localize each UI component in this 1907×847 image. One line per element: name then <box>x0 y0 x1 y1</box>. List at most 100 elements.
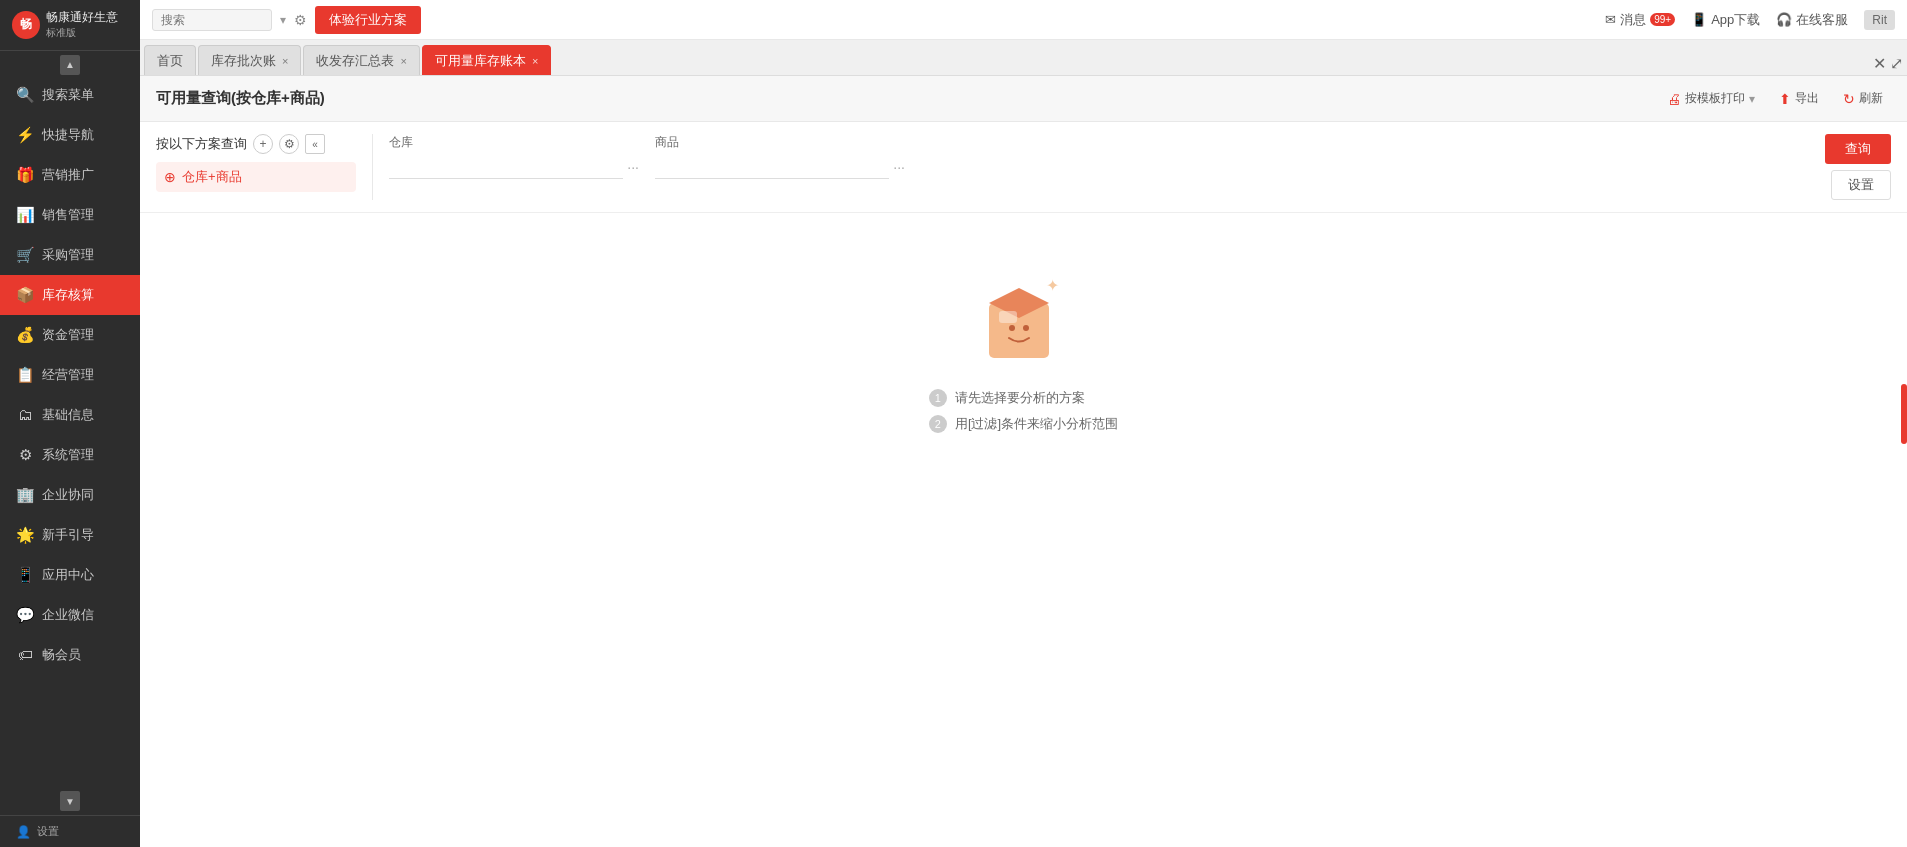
sidebar-scroll-down[interactable]: ▼ <box>60 791 80 811</box>
operation-icon: 📋 <box>16 366 34 384</box>
system-icon: ⚙ <box>16 446 34 464</box>
product-more-icon[interactable]: ··· <box>893 159 905 175</box>
sidebar-item-wechat[interactable]: 💬 企业微信 <box>0 595 140 635</box>
print-button[interactable]: 🖨 按模板打印 ▾ <box>1659 86 1763 111</box>
sidebar-item-newbie[interactable]: 🌟 新手引导 <box>0 515 140 555</box>
tab-close-inventory-batch[interactable]: × <box>282 55 288 67</box>
filter-divider <box>372 134 373 200</box>
settings-button[interactable]: 设置 <box>1831 170 1891 200</box>
sidebar-scroll-up[interactable]: ▲ <box>60 55 80 75</box>
collapse-scheme-button[interactable]: « <box>305 134 325 154</box>
sidebar-item-operation[interactable]: 📋 经营管理 <box>0 355 140 395</box>
sidebar-footer: 👤 设置 <box>0 815 140 847</box>
empty-hint-1: 1 请先选择要分析的方案 <box>929 389 1118 407</box>
apps-icon: 📱 <box>16 566 34 584</box>
sales-icon: 📊 <box>16 206 34 224</box>
refresh-button[interactable]: ↻ 刷新 <box>1835 86 1891 111</box>
logo-icon: 畅 <box>12 11 40 39</box>
tabs-actions: ✕ ⤢ <box>1873 54 1903 75</box>
warehouse-icon: ⊕ <box>164 169 176 185</box>
app-download-button[interactable]: 📱 App下载 <box>1691 11 1760 29</box>
warehouse-more-icon[interactable]: ··· <box>627 159 639 175</box>
scheme-header: 按以下方案查询 + ⚙ « <box>156 134 356 154</box>
wechat-icon: 💬 <box>16 606 34 624</box>
sidebar-footer-icon: 👤 <box>16 825 31 839</box>
export-button[interactable]: ⬆ 导出 <box>1771 86 1827 111</box>
empty-hint-2: 2 用[过滤]条件来缩小分析范围 <box>929 415 1118 433</box>
product-label: 商品 <box>655 134 905 151</box>
warehouse-filter-field: 仓库 ··· <box>389 134 639 179</box>
sidebar: 畅 畅康通好生意 标准版 ▲ 🔍 搜索菜单 ⚡ 快捷导航 🎁 营销推广 📊 销售… <box>0 0 140 847</box>
filter-buttons: 查询 设置 <box>1825 134 1891 200</box>
sidebar-item-shortcut[interactable]: ⚡ 快捷导航 <box>0 115 140 155</box>
hint-num-1: 1 <box>929 389 947 407</box>
page-header-actions: 🖨 按模板打印 ▾ ⬆ 导出 ↻ 刷新 <box>1659 86 1891 111</box>
logo-badge: 标准版 <box>46 26 118 40</box>
sidebar-item-system[interactable]: ⚙ 系统管理 <box>0 435 140 475</box>
message-badge: 99+ <box>1650 13 1675 26</box>
hint-num-2: 2 <box>929 415 947 433</box>
industry-solution-button[interactable]: 体验行业方案 <box>315 6 421 34</box>
enterprise-icon: 🏢 <box>16 486 34 504</box>
svg-text:✦: ✦ <box>1046 277 1059 294</box>
export-icon: ⬆ <box>1779 91 1791 107</box>
product-input[interactable] <box>655 155 889 179</box>
warehouse-input[interactable] <box>389 155 623 179</box>
sidebar-item-search[interactable]: 🔍 搜索菜单 <box>0 75 140 115</box>
add-scheme-button[interactable]: + <box>253 134 273 154</box>
gear-icon[interactable]: ⚙ <box>294 12 307 28</box>
newbie-icon: 🌟 <box>16 526 34 544</box>
sidebar-item-inventory[interactable]: 📦 库存核算 <box>0 275 140 315</box>
sidebar-item-purchase[interactable]: 🛒 采购管理 <box>0 235 140 275</box>
empty-illustration: ✦ <box>974 273 1074 373</box>
tab-receipt-summary[interactable]: 收发存汇总表 × <box>303 45 419 75</box>
user-avatar[interactable]: Rit <box>1864 10 1895 30</box>
tab-home[interactable]: 首页 <box>144 45 196 75</box>
sidebar-item-basic[interactable]: 🗂 基础信息 <box>0 395 140 435</box>
basic-icon: 🗂 <box>16 406 34 423</box>
logo-name: 畅康通好生意 <box>46 10 118 26</box>
chevron-down-print-icon: ▾ <box>1749 92 1755 106</box>
breadcrumb-search-input[interactable] <box>152 9 272 31</box>
empty-state: ✦ 1 请先选择要分析的方案 2 用[过滤]条件来缩小分析范围 <box>140 213 1907 493</box>
sidebar-item-enterprise[interactable]: 🏢 企业协同 <box>0 475 140 515</box>
chevron-down-icon[interactable]: ▾ <box>280 13 286 27</box>
svg-point-5 <box>1023 325 1029 331</box>
message-icon: ✉ <box>1605 12 1616 27</box>
sidebar-logo: 畅 畅康通好生意 标准版 <box>0 0 140 51</box>
sidebar-item-finance[interactable]: 💰 资金管理 <box>0 315 140 355</box>
tab-available-ledger[interactable]: 可用量库存账本 × <box>422 45 551 75</box>
tab-inventory-batch[interactable]: 库存批次账 × <box>198 45 301 75</box>
sidebar-item-sales[interactable]: 📊 销售管理 <box>0 195 140 235</box>
header-right-actions: ✉ 消息 99+ 📱 App下载 🎧 在线客服 Rit <box>1605 10 1895 30</box>
tab-maximize-button[interactable]: ⤢ <box>1890 54 1903 73</box>
online-service-button[interactable]: 🎧 在线客服 <box>1776 11 1848 29</box>
warehouse-label: 仓库 <box>389 134 639 151</box>
purchase-icon: 🛒 <box>16 246 34 264</box>
edit-scheme-button[interactable]: ⚙ <box>279 134 299 154</box>
filter-fields: 仓库 ··· 商品 ··· <box>389 134 1813 179</box>
marketing-icon: 🎁 <box>16 166 34 184</box>
empty-svg: ✦ <box>974 273 1074 373</box>
sidebar-item-marketing[interactable]: 🎁 营销推广 <box>0 155 140 195</box>
sidebar-item-apps[interactable]: 📱 应用中心 <box>0 555 140 595</box>
mobile-icon: 📱 <box>1691 12 1707 27</box>
refresh-icon: ↻ <box>1843 91 1855 107</box>
main-area: ▾ ⚙ 体验行业方案 ✉ 消息 99+ 📱 App下载 🎧 在线客服 Rit <box>140 0 1907 847</box>
sidebar-item-member[interactable]: 🏷 畅会员 <box>0 635 140 675</box>
sidebar-nav: 🔍 搜索菜单 ⚡ 快捷导航 🎁 营销推广 📊 销售管理 🛒 采购管理 📦 库存核… <box>0 75 140 791</box>
empty-hints: 1 请先选择要分析的方案 2 用[过滤]条件来缩小分析范围 <box>929 389 1118 433</box>
tab-close-all-button[interactable]: ✕ <box>1873 54 1886 73</box>
print-icon: 🖨 <box>1667 91 1681 107</box>
query-button[interactable]: 查询 <box>1825 134 1891 164</box>
top-header: ▾ ⚙ 体验行业方案 ✉ 消息 99+ 📱 App下载 🎧 在线客服 Rit <box>140 0 1907 40</box>
right-scroll-indicator <box>1901 384 1907 444</box>
scheme-item-warehouse-product[interactable]: ⊕ 仓库+商品 <box>156 162 356 192</box>
product-input-row: ··· <box>655 155 905 179</box>
tab-close-available-ledger[interactable]: × <box>532 55 538 67</box>
tab-close-receipt-summary[interactable]: × <box>400 55 406 67</box>
inventory-icon: 📦 <box>16 286 34 304</box>
shortcut-icon: ⚡ <box>16 126 34 144</box>
message-button[interactable]: ✉ 消息 99+ <box>1605 11 1675 29</box>
filter-scheme: 按以下方案查询 + ⚙ « ⊕ 仓库+商品 <box>156 134 356 192</box>
